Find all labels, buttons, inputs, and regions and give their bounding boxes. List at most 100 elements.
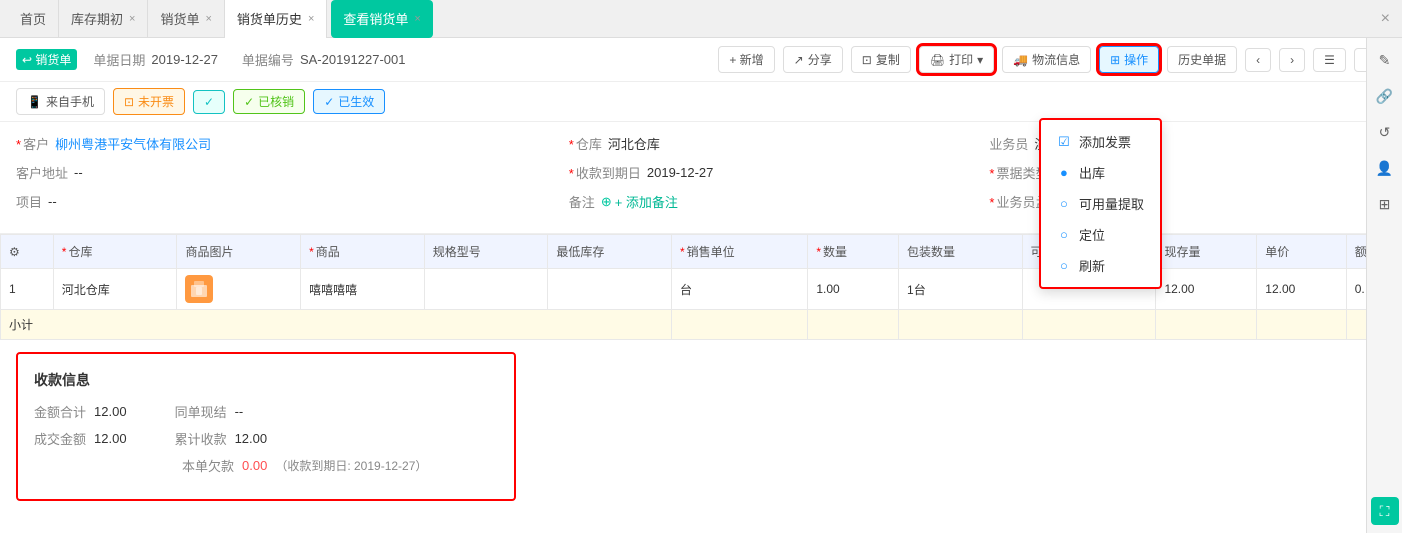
tab-sales[interactable]: 销货单 ×	[148, 0, 224, 38]
copy-button[interactable]: ⊡ 复制	[851, 46, 911, 73]
tab-sales-history[interactable]: 销货单历史 ×	[225, 0, 327, 38]
tab-home[interactable]: 首页	[8, 0, 59, 38]
arrears-label: 本单欠款	[182, 456, 234, 475]
col-min-stock: 最低库存	[548, 235, 672, 269]
sidebar-expand-icon[interactable]: ⛶	[1371, 497, 1399, 525]
due-date-label: 收款到期日	[569, 163, 641, 182]
col-image: 商品图片	[177, 235, 301, 269]
radio-selected-icon: ●	[1057, 166, 1071, 180]
checkbox-icon: ☑	[1057, 135, 1071, 149]
next-button[interactable]: ›	[1279, 48, 1305, 72]
confirm-icon: ✓	[204, 95, 214, 109]
share-button[interactable]: ↗ 分享	[783, 46, 843, 73]
bottom-section: 收款信息 金额合计 12.00 同单现结 -- 成交金额 12.00 累计收款	[0, 340, 1402, 513]
cumulative-field: 累计收款 12.00	[175, 429, 268, 448]
confirm-button[interactable]: ✓	[193, 90, 225, 114]
row-current-stock: 12.00	[1156, 269, 1257, 310]
refresh-item[interactable]: ○ 刷新	[1041, 250, 1160, 281]
cumulative-label: 累计收款	[175, 429, 227, 448]
not-open-button[interactable]: ⊡ 未开票	[113, 88, 185, 115]
due-date-value: 2019-12-27	[647, 165, 714, 180]
transaction-field: 成交金额 12.00	[34, 429, 127, 448]
due-date-hint: （收款到期日: 2019-12-27）	[275, 457, 427, 474]
new-button[interactable]: + 新增	[718, 46, 774, 73]
mobile-icon: 📱	[27, 95, 42, 109]
subtotal-label: 小计	[1, 310, 672, 340]
effective-badge: ✓ 已生效	[313, 89, 385, 114]
receipt-title: 收款信息	[34, 370, 498, 390]
list-view-button[interactable]: ☰	[1313, 48, 1346, 72]
customer-value[interactable]: 柳州粤港平安气体有限公司	[55, 134, 211, 153]
sidebar-link-icon[interactable]: 🔗	[1371, 82, 1399, 110]
content-area: ↩ 销货单 单据日期 2019-12-27 单据编号 SA-20191227-0…	[0, 38, 1402, 533]
tab-bar-close-button[interactable]: ×	[1381, 10, 1390, 28]
row-spec	[424, 269, 548, 310]
sidebar-history-icon[interactable]: ↺	[1371, 118, 1399, 146]
history-button[interactable]: 历史单据	[1167, 46, 1237, 73]
col-unit: 销售单位	[672, 235, 808, 269]
tab-view-sales-label: 查看销货单	[343, 9, 408, 28]
outbound-label: 出库	[1079, 163, 1105, 182]
outbound-item[interactable]: ● 出库	[1041, 157, 1160, 188]
row-unit: 台	[672, 269, 808, 310]
sales-table: ⚙ 仓库 商品图片 商品 规格型号 最低库存 销售单位 数量 包装数量 可用量 …	[0, 234, 1402, 340]
total-amount-label: 金额合计	[34, 402, 86, 421]
table-row: 1 河北仓库 嘻嘻嘻嘻 台	[1, 269, 1402, 310]
copy-icon: ⊡	[862, 53, 872, 67]
row-min-stock	[548, 269, 672, 310]
address-field: 客户地址 --	[16, 163, 545, 182]
transaction-value: 12.00	[94, 431, 127, 446]
print-dropdown-icon: ▾	[977, 53, 983, 67]
form-row-2: 客户地址 -- 收款到期日 2019-12-27 票据类型 不开票	[16, 163, 1386, 182]
sidebar-grid-icon[interactable]: ⊞	[1371, 190, 1399, 218]
add-invoice-item[interactable]: ☑ 添加发票	[1041, 126, 1160, 157]
locate-item[interactable]: ○ 定位	[1041, 219, 1160, 250]
warehouse-value: 河北仓库	[608, 134, 660, 153]
sidebar-edit-icon[interactable]: ✎	[1371, 46, 1399, 74]
total-amount-value: 12.00	[94, 404, 127, 419]
product-img-svg	[189, 279, 209, 299]
doc-number-value: SA-20191227-001	[300, 52, 406, 67]
receipt-row-1: 金额合计 12.00 同单现结 --	[34, 402, 498, 421]
toolbar: + 新增 ↗ 分享 ⊡ 复制 🖨 打印 ▾ 🚚 物流信息 ⊞ 操作	[718, 46, 1386, 73]
logistics-button[interactable]: 🚚 物流信息	[1002, 46, 1091, 73]
tab-inventory[interactable]: 库存期初 ×	[59, 0, 148, 38]
row-unit-price: 12.00	[1257, 269, 1346, 310]
prev-button[interactable]: ‹	[1245, 48, 1271, 72]
subtotal-pack	[899, 310, 1023, 340]
transaction-label: 成交金额	[34, 429, 86, 448]
radio-icon-3: ○	[1057, 259, 1071, 273]
same-order-value: --	[235, 404, 244, 419]
form-section: 客户 柳州粤港平安气体有限公司 仓库 河北仓库 业务员 演示账号 客户地址 --…	[0, 122, 1402, 234]
project-value: --	[48, 194, 57, 209]
doc-number-field: 单据编号 SA-20191227-001	[242, 50, 406, 69]
address-label: 客户地址	[16, 163, 68, 182]
doc-number-label: 单据编号	[242, 50, 294, 69]
tab-sales-history-label: 销货单历史	[237, 9, 302, 28]
due-date-field: 收款到期日 2019-12-27	[569, 163, 966, 182]
address-value: --	[74, 165, 83, 180]
add-remark-button[interactable]: ⊕ + 添加备注	[601, 192, 678, 211]
row-product: 嘻嘻嘻嘻	[301, 269, 425, 310]
tab-sales-history-close[interactable]: ×	[308, 13, 314, 25]
ops-button[interactable]: ⊞ 操作	[1099, 46, 1159, 73]
col-settings[interactable]: ⚙	[1, 235, 54, 269]
project-field: 项目 --	[16, 192, 545, 211]
print-button[interactable]: 🖨 打印 ▾	[919, 46, 994, 73]
sold-check-icon: ✓	[244, 95, 254, 109]
subtotal-stock	[1156, 310, 1257, 340]
tab-sales-close[interactable]: ×	[205, 13, 211, 25]
tab-home-label: 首页	[20, 9, 46, 28]
subtotal-price	[1257, 310, 1346, 340]
available-qty-item[interactable]: ○ 可用量提取	[1041, 188, 1160, 219]
form-row-3: 项目 -- 备注 ⊕ + 添加备注 业务员孟 --	[16, 192, 1386, 211]
subtotal-row: 小计	[1, 310, 1402, 340]
available-qty-label: 可用量提取	[1079, 194, 1144, 213]
tab-inventory-close[interactable]: ×	[129, 13, 135, 25]
ticket-icon: ⊡	[124, 95, 134, 109]
from-mobile-button[interactable]: 📱 来自手机	[16, 88, 105, 115]
tab-view-sales-close[interactable]: ×	[414, 13, 420, 25]
sidebar-user-icon[interactable]: 👤	[1371, 154, 1399, 182]
tab-view-sales[interactable]: 查看销货单 ×	[331, 0, 432, 38]
doc-meta: 单据日期 2019-12-27 单据编号 SA-20191227-001	[93, 50, 702, 69]
